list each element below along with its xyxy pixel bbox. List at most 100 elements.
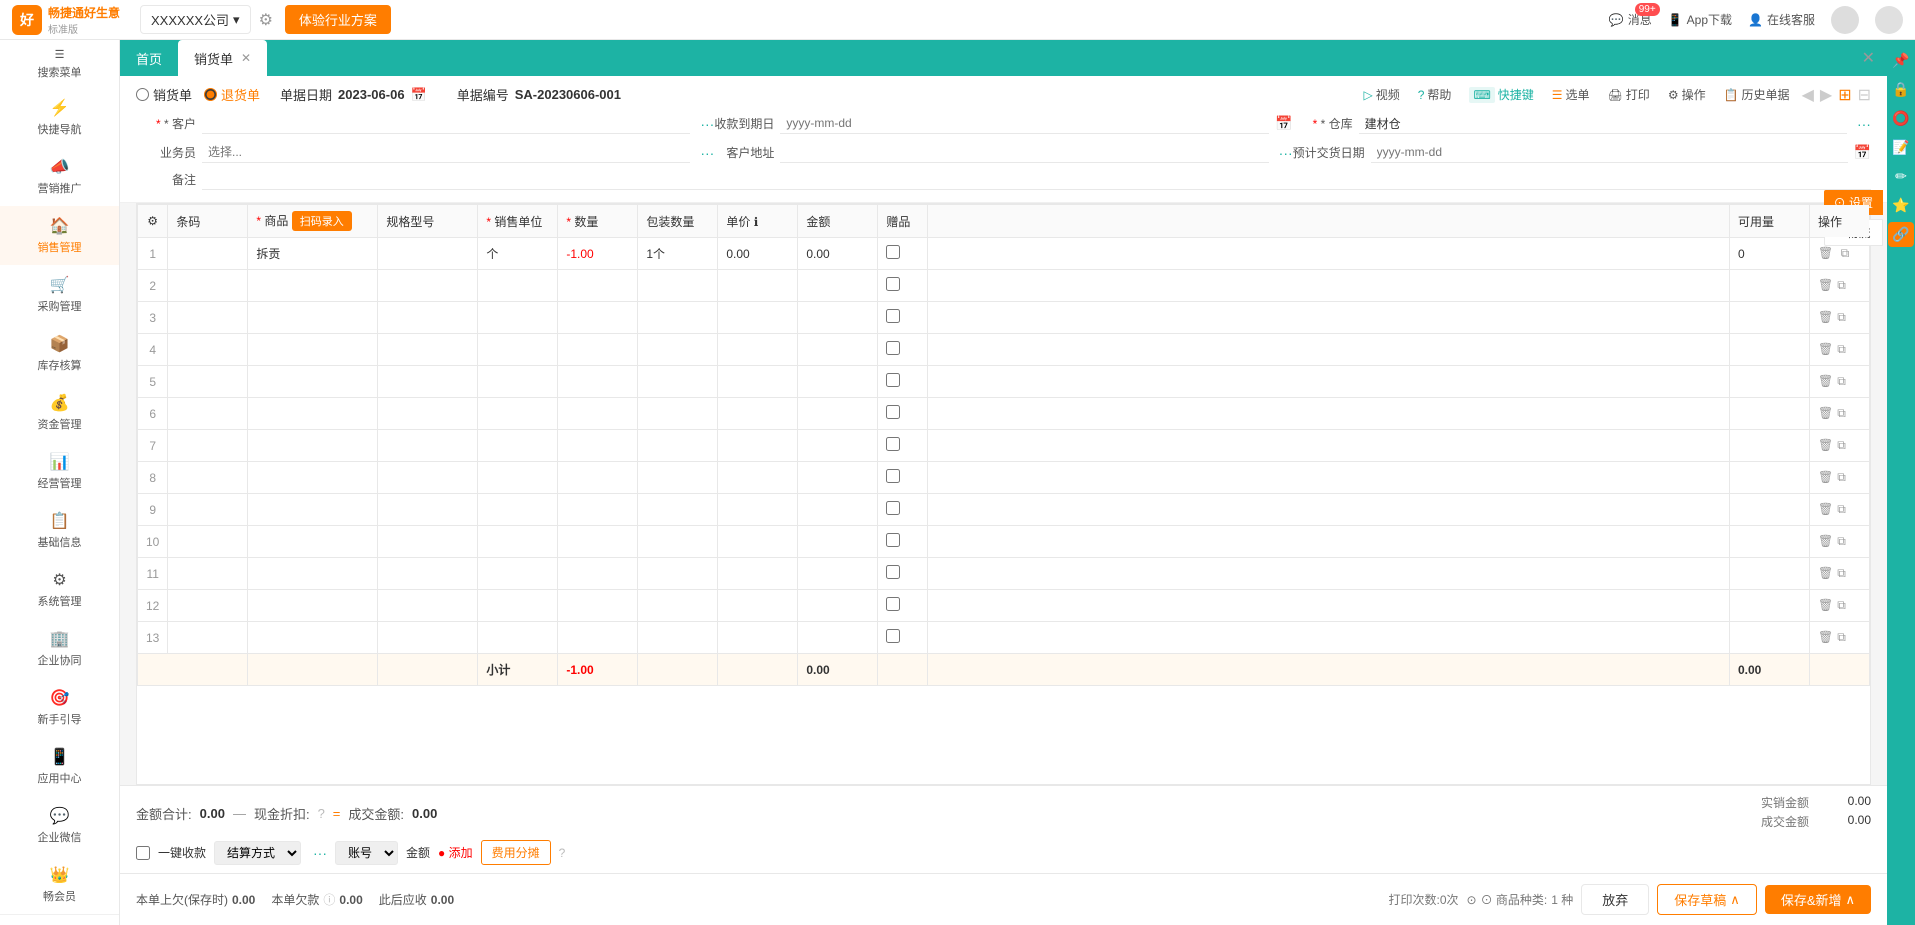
row-spec-7[interactable] [378, 430, 478, 462]
sales-radio-input[interactable] [136, 88, 149, 101]
user-avatar2[interactable] [1875, 6, 1903, 34]
prev-icon[interactable]: ◀ [1802, 85, 1814, 105]
window-close-icon[interactable]: ✕ [1850, 48, 1887, 68]
row-amount-5[interactable] [798, 366, 878, 398]
shortcut-btn[interactable]: ⌨快捷键 [1463, 84, 1539, 105]
gift-checkbox-8[interactable] [886, 469, 900, 483]
row-unit-8[interactable] [478, 462, 558, 494]
right-icon-star[interactable]: ⭐ [1888, 193, 1913, 218]
copy-icon-8[interactable]: ⧉ [1837, 470, 1846, 484]
row-qty-6[interactable] [558, 398, 638, 430]
row-unit-7[interactable] [478, 430, 558, 462]
sidebar-item-wechat[interactable]: 💬 企业微信 [0, 796, 119, 855]
gift-checkbox-2[interactable] [886, 277, 900, 291]
row-gift-2[interactable] [878, 270, 928, 302]
right-icon-link[interactable]: 🔗 [1888, 222, 1913, 247]
row-gift-4[interactable] [878, 334, 928, 366]
row-product-1[interactable]: 拆贡 [248, 238, 378, 270]
delete-icon-3[interactable]: 🗑 [1818, 310, 1833, 324]
gift-checkbox-1[interactable] [886, 245, 900, 259]
row-spec-9[interactable] [378, 494, 478, 526]
warehouse-dots-icon[interactable]: ··· [1857, 116, 1871, 132]
row-gift-11[interactable] [878, 558, 928, 590]
return-order-radio[interactable]: 退货单 [204, 85, 260, 104]
sidebar-item-sales[interactable]: 🏠 销售管理 [0, 206, 119, 265]
row-amount-9[interactable] [798, 494, 878, 526]
online-service-button[interactable]: 👤 在线客服 [1748, 11, 1815, 28]
customer-input[interactable] [202, 113, 690, 134]
row-price-4[interactable] [718, 334, 798, 366]
row-gift-6[interactable] [878, 398, 928, 430]
row-qty-4[interactable] [558, 334, 638, 366]
right-icon-lock[interactable]: 🔒 [1888, 77, 1913, 102]
copy-icon-1[interactable]: ⧉ [1841, 246, 1850, 260]
delete-icon-4[interactable]: 🗑 [1818, 342, 1833, 356]
delete-icon-9[interactable]: 🗑 [1818, 502, 1833, 516]
save-new-button[interactable]: 保存&新增 ∧ [1765, 885, 1871, 914]
row-product-3[interactable] [248, 302, 378, 334]
row-barcode-10[interactable] [168, 526, 248, 558]
row-product-9[interactable] [248, 494, 378, 526]
select-btn[interactable]: ☰选单 [1546, 84, 1596, 105]
row-price-7[interactable] [718, 430, 798, 462]
gift-checkbox-13[interactable] [886, 629, 900, 643]
row-qty-3[interactable] [558, 302, 638, 334]
row-remark-10[interactable] [928, 526, 1730, 558]
row-product-4[interactable] [248, 334, 378, 366]
tab-sales-order[interactable]: 销货单 ✕ [178, 40, 267, 76]
tab-home[interactable]: 首页 [120, 40, 178, 76]
delete-icon-6[interactable]: 🗑 [1818, 406, 1833, 420]
customer-dots-icon[interactable]: ··· [700, 116, 714, 132]
customer-addr-dots-icon[interactable]: ··· [1279, 145, 1293, 161]
row-price-5[interactable] [718, 366, 798, 398]
row-price-3[interactable] [718, 302, 798, 334]
sidebar-item-purchase[interactable]: 🛒 采购管理 [0, 265, 119, 324]
sidebar-item-search[interactable]: ☰ 搜索菜单 [0, 40, 119, 88]
ops-btn[interactable]: ⚙操作 [1662, 84, 1712, 105]
row-barcode-9[interactable] [168, 494, 248, 526]
row-price-1[interactable]: 0.00 [718, 238, 798, 270]
row-amount-11[interactable] [798, 558, 878, 590]
gift-checkbox-6[interactable] [886, 405, 900, 419]
row-price-13[interactable] [718, 622, 798, 654]
copy-icon-12[interactable]: ⧉ [1837, 598, 1846, 612]
row-product-13[interactable] [248, 622, 378, 654]
gift-checkbox-4[interactable] [886, 341, 900, 355]
salesperson-dots-icon[interactable]: ··· [700, 145, 714, 161]
row-amount-3[interactable] [798, 302, 878, 334]
copy-icon-5[interactable]: ⧉ [1837, 374, 1846, 388]
row-price-6[interactable] [718, 398, 798, 430]
row-product-12[interactable] [248, 590, 378, 622]
row-unit-13[interactable] [478, 622, 558, 654]
right-icon-pin[interactable]: 📌 [1888, 48, 1913, 73]
row-spec-5[interactable] [378, 366, 478, 398]
row-amount-4[interactable] [798, 334, 878, 366]
row-qty-8[interactable] [558, 462, 638, 494]
row-pkg-10[interactable] [638, 526, 718, 558]
row-pkg-4[interactable] [638, 334, 718, 366]
row-amount-6[interactable] [798, 398, 878, 430]
tab-close-icon[interactable]: ✕ [241, 51, 251, 65]
row-unit-5[interactable] [478, 366, 558, 398]
trial-button[interactable]: 体验行业方案 [285, 5, 391, 34]
print-btn[interactable]: 🖨打印 [1602, 84, 1656, 105]
row-gift-13[interactable] [878, 622, 928, 654]
row-spec-10[interactable] [378, 526, 478, 558]
delete-icon-2[interactable]: 🗑 [1818, 278, 1833, 292]
row-amount-10[interactable] [798, 526, 878, 558]
row-barcode-11[interactable] [168, 558, 248, 590]
row-price-10[interactable] [718, 526, 798, 558]
payment-checkbox[interactable] [136, 846, 150, 860]
save-draft-button[interactable]: 保存草稿 ∧ [1657, 884, 1757, 915]
row-spec-6[interactable] [378, 398, 478, 430]
row-qty-7[interactable] [558, 430, 638, 462]
row-gift-9[interactable] [878, 494, 928, 526]
row-pkg-7[interactable] [638, 430, 718, 462]
row-unit-3[interactable] [478, 302, 558, 334]
sales-order-radio[interactable]: 销货单 [136, 85, 192, 104]
gift-checkbox-3[interactable] [886, 309, 900, 323]
warehouse-input[interactable] [1359, 113, 1847, 134]
row-gift-8[interactable] [878, 462, 928, 494]
row-price-9[interactable] [718, 494, 798, 526]
row-pkg-6[interactable] [638, 398, 718, 430]
